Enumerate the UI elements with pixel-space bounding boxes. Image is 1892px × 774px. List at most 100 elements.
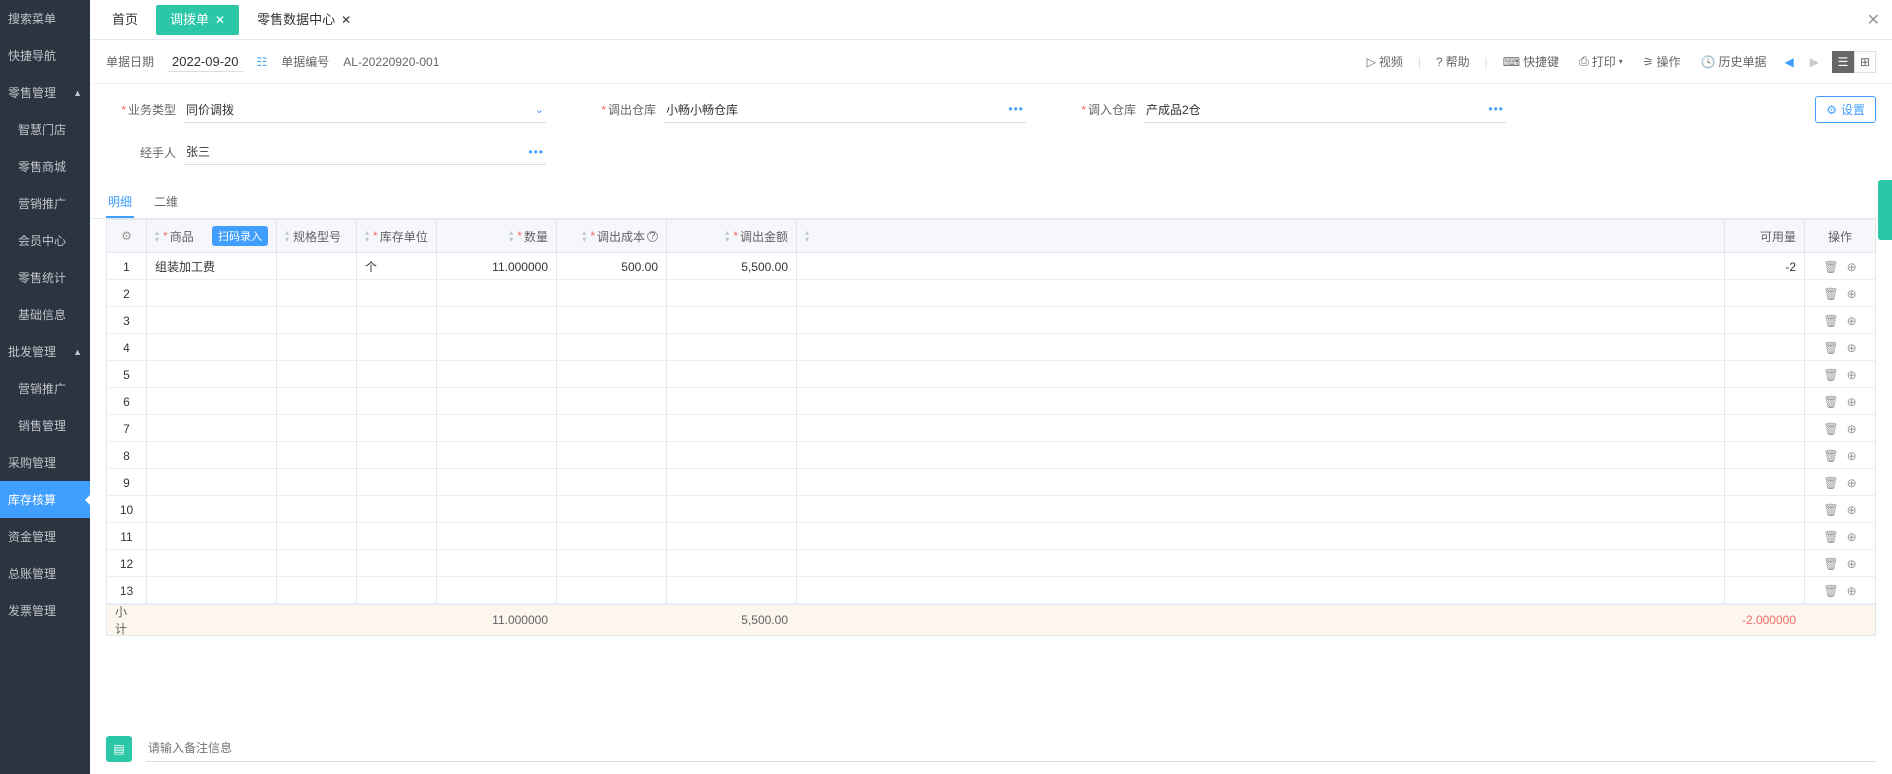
tab[interactable]: 零售数据中心✕ xyxy=(243,5,365,35)
add-icon[interactable]: ⊕ xyxy=(1847,314,1857,328)
delete-icon[interactable]: 🗑 xyxy=(1823,476,1838,490)
docno-label: 单据编号 xyxy=(281,53,329,70)
tab-home[interactable]: 首页 xyxy=(98,5,152,35)
sidebar-item[interactable]: 总账管理 xyxy=(0,555,90,592)
delete-icon[interactable]: 🗑 xyxy=(1823,530,1838,544)
handler-input[interactable]: 张三 ••• xyxy=(184,139,546,165)
main-area: 首页 调拨单✕零售数据中心✕ ✕ 单据日期 2022-09-20 ☷ 单据编号 … xyxy=(90,0,1892,774)
sidebar-item[interactable]: 基础信息 xyxy=(0,296,90,333)
view-list-button[interactable]: ☰ xyxy=(1832,51,1854,73)
sidebar-item[interactable]: 资金管理 xyxy=(0,518,90,555)
view-card-button[interactable]: ⊞ xyxy=(1854,51,1876,73)
delete-icon[interactable]: 🗑 xyxy=(1823,557,1838,571)
tab[interactable]: 调拨单✕ xyxy=(156,5,239,35)
field-out-warehouse: *调出仓库 小畅小畅仓库 ••• xyxy=(586,96,1026,123)
add-icon[interactable]: ⊕ xyxy=(1847,287,1857,301)
sidebar-item[interactable]: 零售统计 xyxy=(0,259,90,296)
add-icon[interactable]: ⊕ xyxy=(1847,368,1857,382)
date-value[interactable]: 2022-09-20 xyxy=(168,52,243,72)
lookup-icon[interactable]: ••• xyxy=(528,145,544,159)
table-row[interactable]: 7🗑⊕ xyxy=(107,415,1875,442)
sidebar-item[interactable]: 营销推广 xyxy=(0,185,90,222)
sidebar-item[interactable]: 营销推广 xyxy=(0,370,90,407)
table-row[interactable]: 9🗑⊕ xyxy=(107,469,1875,496)
table-row[interactable]: 8🗑⊕ xyxy=(107,442,1875,469)
delete-icon[interactable]: 🗑 xyxy=(1823,287,1838,301)
delete-icon[interactable]: 🗑 xyxy=(1823,584,1838,598)
add-icon[interactable]: ⊕ xyxy=(1847,530,1857,544)
remark-input[interactable] xyxy=(146,735,1876,762)
delete-icon[interactable]: 🗑 xyxy=(1823,503,1838,517)
table-row[interactable]: 13🗑⊕ xyxy=(107,577,1875,604)
delete-icon[interactable]: 🗑 xyxy=(1823,395,1838,409)
scan-button[interactable]: 扫码录入 xyxy=(212,226,268,246)
sidebar-item[interactable]: 发票管理 xyxy=(0,592,90,629)
table-row[interactable]: 10🗑⊕ xyxy=(107,496,1875,523)
field-handler: 经手人 张三 ••• xyxy=(106,139,546,165)
close-icon[interactable]: ✕ xyxy=(341,5,351,35)
sidebar-item[interactable]: 搜索菜单 xyxy=(0,0,90,37)
in-warehouse-input[interactable]: 产成品2仓 ••• xyxy=(1144,97,1506,123)
delete-icon[interactable]: 🗑 xyxy=(1823,260,1838,274)
delete-icon[interactable]: 🗑 xyxy=(1823,368,1838,382)
ops-button[interactable]: ⚞ 操作 xyxy=(1638,50,1686,73)
add-icon[interactable]: ⊕ xyxy=(1847,395,1857,409)
table-row[interactable]: 12🗑⊕ xyxy=(107,550,1875,577)
info-icon[interactable]: ? xyxy=(647,231,658,242)
add-icon[interactable]: ⊕ xyxy=(1847,584,1857,598)
sidebar-item[interactable]: 零售商城 xyxy=(0,148,90,185)
add-icon[interactable]: ⊕ xyxy=(1847,341,1857,355)
form-area: *业务类型 同价调拨 ⌄ *调出仓库 小畅小畅仓库 ••• *调入仓库 xyxy=(90,84,1892,181)
help-button[interactable]: ? 帮助 xyxy=(1431,50,1475,73)
subtab-2d[interactable]: 二维 xyxy=(152,187,180,218)
gear-icon: ⚙ xyxy=(1826,103,1837,117)
print-button[interactable]: ⎙ 打印 ▾ xyxy=(1574,50,1628,73)
subtab-detail[interactable]: 明细 xyxy=(106,187,134,218)
add-icon[interactable]: ⊕ xyxy=(1847,260,1857,274)
delete-icon[interactable]: 🗑 xyxy=(1823,341,1838,355)
table-row[interactable]: 6🗑⊕ xyxy=(107,388,1875,415)
sidebar-item[interactable]: 批发管理▲ xyxy=(0,333,90,370)
prev-doc-button[interactable]: ◀ xyxy=(1782,55,1797,69)
lookup-icon[interactable]: ••• xyxy=(1008,102,1024,116)
add-icon[interactable]: ⊕ xyxy=(1847,449,1857,463)
sidebar-item[interactable]: 快捷导航 xyxy=(0,37,90,74)
history-button[interactable]: 🕓 历史单据 xyxy=(1696,50,1772,73)
tabs-row: 首页 调拨单✕零售数据中心✕ ✕ xyxy=(90,0,1892,40)
out-warehouse-input[interactable]: 小畅小畅仓库 ••• xyxy=(664,97,1026,123)
table-row[interactable]: 1组装加工费个11.000000500.005,500.00-2🗑⊕ xyxy=(107,253,1875,280)
add-icon[interactable]: ⊕ xyxy=(1847,503,1857,517)
table-row[interactable]: 2🗑⊕ xyxy=(107,280,1875,307)
table-row[interactable]: 4🗑⊕ xyxy=(107,334,1875,361)
grid-header: ⚙ ▴▾*商品扫码录入 ▴▾规格型号 ▴▾*库存单位 ▴▾*数量 ▴▾*调出成本… xyxy=(107,220,1875,253)
right-panel-handle[interactable] xyxy=(1878,180,1892,240)
calendar-icon[interactable]: ☷ xyxy=(257,55,268,69)
sidebar-item[interactable]: 库存核算 xyxy=(0,481,90,518)
close-icon[interactable]: ✕ xyxy=(215,5,225,35)
next-doc-button[interactable]: ▶ xyxy=(1807,55,1822,69)
delete-icon[interactable]: 🗑 xyxy=(1823,314,1838,328)
grid-settings-icon[interactable]: ⚙ xyxy=(107,220,147,252)
biz-type-input[interactable]: 同价调拨 ⌄ xyxy=(184,97,546,123)
delete-icon[interactable]: 🗑 xyxy=(1823,449,1838,463)
sidebar-item[interactable]: 会员中心 xyxy=(0,222,90,259)
sidebar-item[interactable]: 智慧门店 xyxy=(0,111,90,148)
video-button[interactable]: ▷ 视频 xyxy=(1362,50,1408,73)
add-icon[interactable]: ⊕ xyxy=(1847,422,1857,436)
settings-button[interactable]: ⚙ 设置 xyxy=(1815,96,1876,123)
add-icon[interactable]: ⊕ xyxy=(1847,476,1857,490)
lookup-icon[interactable]: ••• xyxy=(1488,102,1504,116)
table-row[interactable]: 5🗑⊕ xyxy=(107,361,1875,388)
sidebar-item[interactable]: 采购管理 xyxy=(0,444,90,481)
chevron-down-icon[interactable]: ⌄ xyxy=(535,103,544,116)
field-biz-type: *业务类型 同价调拨 ⌄ xyxy=(106,96,546,123)
hotkey-button[interactable]: ⌨ 快捷键 xyxy=(1498,50,1564,73)
delete-icon[interactable]: 🗑 xyxy=(1823,422,1838,436)
close-all-tabs[interactable]: ✕ xyxy=(1867,10,1880,30)
add-icon[interactable]: ⊕ xyxy=(1847,557,1857,571)
sidebar-item[interactable]: 零售管理▲ xyxy=(0,74,90,111)
table-row[interactable]: 11🗑⊕ xyxy=(107,523,1875,550)
remark-row: ▤ xyxy=(90,723,1892,774)
sidebar-item[interactable]: 销售管理 xyxy=(0,407,90,444)
table-row[interactable]: 3🗑⊕ xyxy=(107,307,1875,334)
